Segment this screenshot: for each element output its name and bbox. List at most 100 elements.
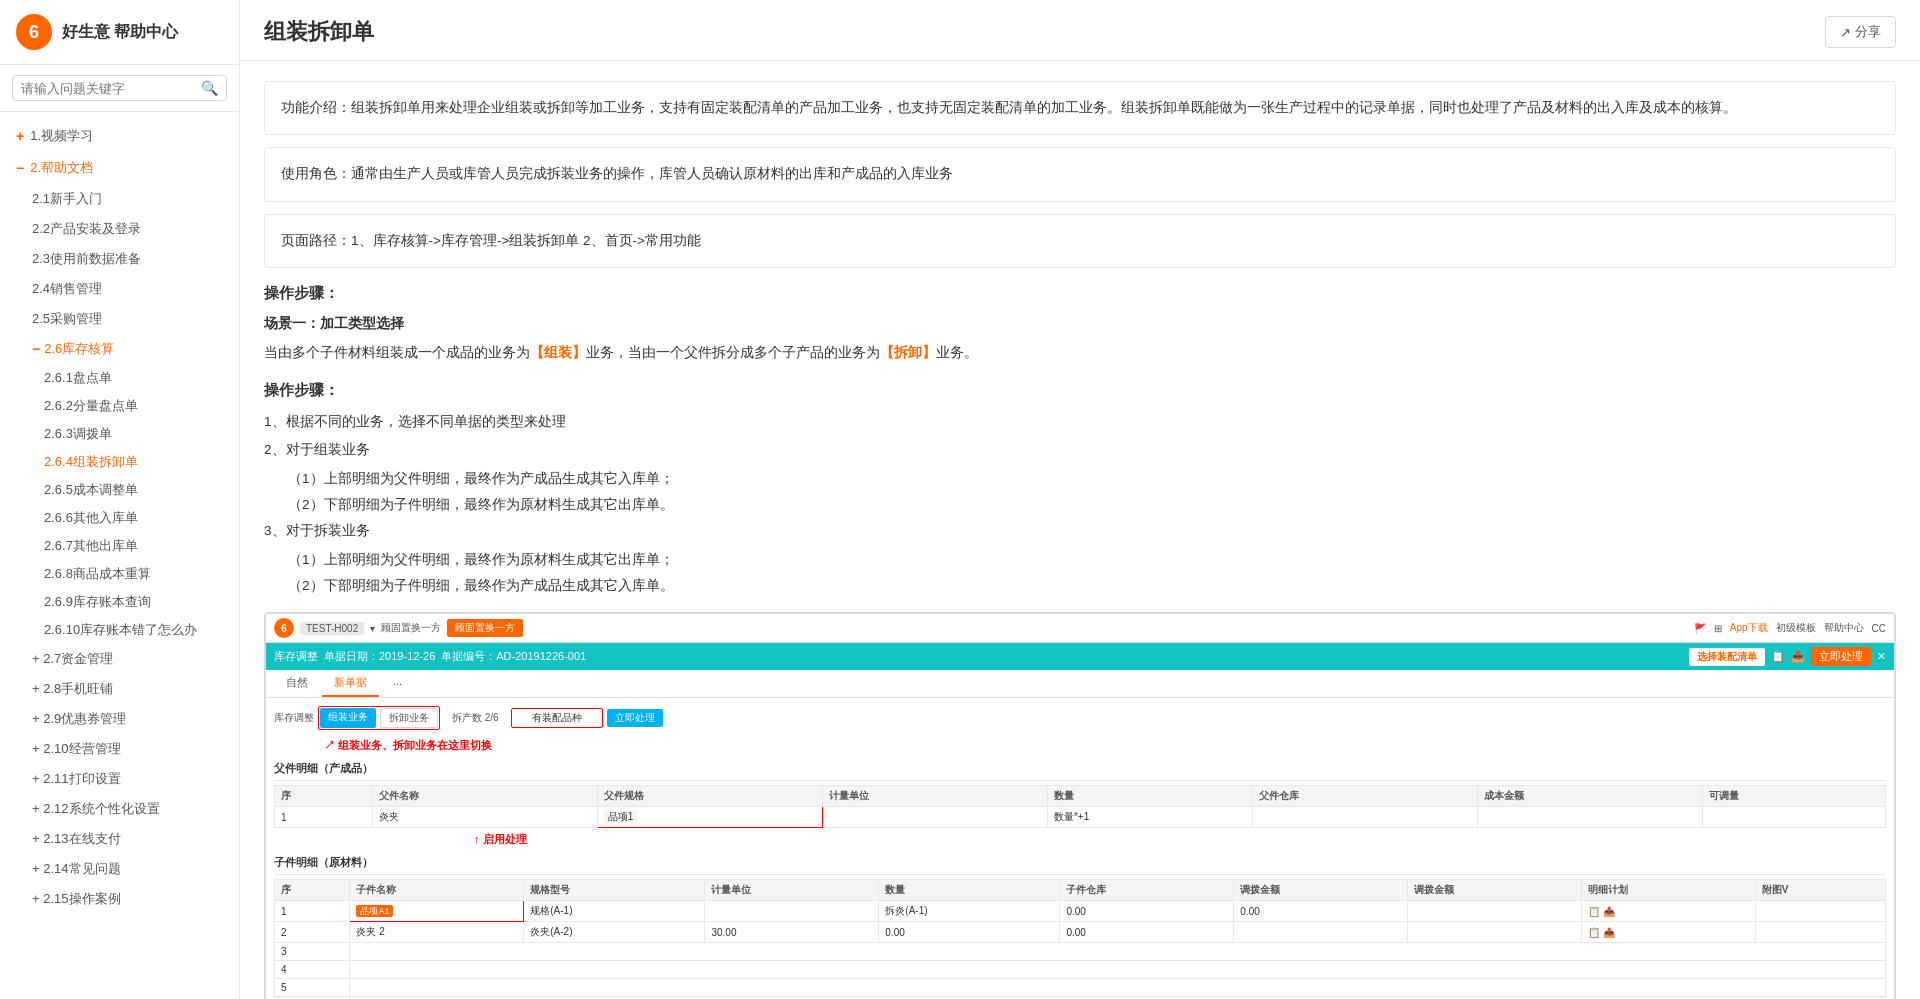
sidebar-item-help-doc[interactable]: − 2.帮助文档	[0, 152, 239, 184]
app-top-icons: 🚩 ⊞ App下载 初级模板 帮助中心 CC	[1694, 621, 1886, 635]
sidebar-item-print[interactable]: + 2.11打印设置	[0, 764, 239, 794]
cell-child-unit2: 30.00	[705, 922, 879, 943]
cell-empty4	[350, 961, 1886, 979]
plus-icon: +	[16, 128, 24, 144]
child-table: 序 子件名称 规格型号 计量单位 数量 子件仓库 调拨金额 调拨金额 明细计划	[274, 879, 1886, 999]
col-warehouse: 父件仓库	[1253, 786, 1478, 807]
col-parent-spec: 父件规格	[597, 786, 822, 807]
select-plan-btn[interactable]: 选择装配清单	[1689, 648, 1765, 666]
org-select-input[interactable]: 有装配品种	[511, 708, 603, 728]
sidebar-item-purchase[interactable]: 2.5采购管理	[0, 304, 239, 334]
app-teal-header: 库存调整 单据日期：2019-12-26 单据编号：AD-20191226-00…	[266, 643, 1894, 670]
sidebar-item-other-in[interactable]: 2.6.6其他入库单	[0, 504, 239, 532]
app-topbar: 6 TEST-H002 ▾ 顾固置换一方 顾固置换一方 🚩 ⊞ App下载 初级…	[266, 614, 1894, 643]
col-parent-name: 父件名称	[372, 786, 597, 807]
col-qty: 数量	[1047, 786, 1252, 807]
cell-child-spec2: 炎夹(A-2)	[524, 922, 705, 943]
app-dropdown: ▾	[370, 623, 375, 634]
page-title: 组装拆卸单	[264, 17, 374, 47]
cell-seq3: 3	[275, 943, 350, 961]
sidebar-item-video[interactable]: + 1.视频学习	[0, 120, 239, 152]
col-warehouse2: 子件仓库	[1060, 880, 1234, 901]
apply-btn[interactable]: 立即处理	[607, 709, 663, 727]
sidebar-nav: + 1.视频学习 − 2.帮助文档 2.1新手入门 2.2产品安装及登录 2.3…	[0, 112, 239, 999]
table-row: 2 炎夹 2 炎夹(A-2) 30.00 0.00 0.00 📋 📤	[275, 922, 1886, 943]
type-buttons-group: 组装业务 拆卸业务	[318, 706, 440, 730]
search-box[interactable]: 🔍	[12, 75, 227, 101]
cell-child-img2	[1755, 922, 1885, 943]
step2-sub1: （1）上部明细为父件明细，最终作为产成品生成其它入库单；	[264, 467, 1896, 491]
col-cost: 成本金额	[1478, 786, 1703, 807]
table-row: 1 炎夹 品项1 数量*+1	[275, 807, 1886, 828]
col-child-name: 子件名称	[350, 880, 524, 901]
app-icon-app-download: App下载	[1730, 621, 1768, 635]
parent-section-title: 父件明细（产成品）	[274, 757, 1886, 781]
app-nav-tab-more[interactable]: ...	[381, 670, 414, 697]
col-unit2: 计量单位	[705, 880, 879, 901]
search-icon[interactable]: 🔍	[201, 80, 218, 96]
btn-assemble[interactable]: 组装业务	[320, 708, 376, 728]
path-block: 页面路径：1、库存核算->库存管理->组装拆卸单 2、首页->常用功能	[264, 214, 1896, 268]
sidebar-item-stock-error[interactable]: 2.6.10库存账本错了怎么办	[0, 616, 239, 644]
sidebar-item-coupon[interactable]: + 2.9优惠券管理	[0, 704, 239, 734]
table-row: 5	[275, 979, 1886, 997]
sidebar-item-assemble[interactable]: 2.6.4组装拆卸单	[0, 448, 239, 476]
cell-spec: 品项1	[597, 807, 822, 828]
sidebar-item-inventory[interactable]: − 2.6库存核算	[0, 334, 239, 364]
app-screenshot-container: 6 TEST-H002 ▾ 顾固置换一方 顾固置换一方 🚩 ⊞ App下载 初级…	[264, 612, 1896, 999]
app-dropdown-label: 顾固置换一方	[381, 621, 441, 635]
scenario-one-desc: 当由多个子件材料组装成一个成品的业务为【组装】业务，当由一个父件拆分成多个子产品…	[264, 341, 1896, 365]
search-input[interactable]	[21, 81, 197, 96]
app-nav-tab-new[interactable]: 新单据	[322, 670, 379, 697]
app-icon-template: 初级模板	[1776, 621, 1816, 635]
sidebar-item-install[interactable]: 2.2产品安装及登录	[0, 214, 239, 244]
annotation-text-2: ↑ 启用处理	[474, 832, 1886, 847]
cell-child-img	[1755, 901, 1885, 922]
sidebar-item-online-pay[interactable]: + 2.13在线支付	[0, 824, 239, 854]
role-block: 使用角色：通常由生产人员或库管人员完成拆装业务的操作，库管人员确认原材料的出库和…	[264, 147, 1896, 201]
sidebar-item-faq[interactable]: + 2.14常见问题	[0, 854, 239, 884]
cell-empty5	[350, 979, 1886, 997]
sidebar-item-other-out[interactable]: 2.6.7其他出库单	[0, 532, 239, 560]
logo-text: 好生意 帮助中心	[62, 22, 178, 43]
teal-header-close[interactable]: ✕	[1877, 650, 1886, 663]
teal-header-right: 选择装配清单 📋 📤 立即处理 ✕	[1689, 647, 1886, 666]
sidebar-item-cost-adjust[interactable]: 2.6.5成本调整单	[0, 476, 239, 504]
cell-seq2: 1	[275, 901, 350, 922]
sidebar-item-data-prep[interactable]: 2.3使用前数据准备	[0, 244, 239, 274]
form-row-left: 库存调整 组装业务 拆卸业务 拆产数 2/6	[274, 706, 499, 730]
teal-header-icon1: 📋	[1771, 650, 1785, 663]
teal-header-icon2: 📤	[1791, 650, 1805, 663]
table-row: 4	[275, 961, 1886, 979]
sidebar-item-finance[interactable]: + 2.7资金管理	[0, 644, 239, 674]
sidebar-item-cases[interactable]: + 2.15操作案例	[0, 884, 239, 914]
sidebar-item-cost-calc[interactable]: 2.6.8商品成本重算	[0, 560, 239, 588]
cell-child-spec: 规格(A-1)	[524, 901, 705, 922]
cell-child-name: 品项A1	[350, 901, 524, 922]
share-button[interactable]: ↗ 分享	[1825, 16, 1896, 48]
sidebar-item-adjust[interactable]: 2.6.3调拨单	[0, 420, 239, 448]
col-available: 可调量	[1703, 786, 1886, 807]
main-content-area: 组装拆卸单 ↗ 分享 功能介绍：组装拆卸单用来处理企业组装或拆卸等加工业务，支持…	[240, 0, 1920, 999]
teal-header-title: 库存调整	[274, 649, 318, 664]
sidebar-item-stock-query[interactable]: 2.6.9库存账本查询	[0, 588, 239, 616]
app-nav-tab-natural[interactable]: 自然	[274, 670, 320, 697]
sidebar-item-sales[interactable]: 2.4销售管理	[0, 274, 239, 304]
table-row: 1 品项A1 规格(A-1) 拆炎(A-1) 0.00 0.00	[275, 901, 1886, 922]
cell-name: 炎夹	[372, 807, 597, 828]
sidebar-item-mobile[interactable]: + 2.8手机旺铺	[0, 674, 239, 704]
sidebar-item-operation[interactable]: + 2.10经营管理	[0, 734, 239, 764]
btn-disassemble[interactable]: 拆卸业务	[380, 708, 438, 728]
sidebar-item-stock-distribute[interactable]: 2.6.2分量盘点单	[0, 392, 239, 420]
cell-seq: 1	[275, 807, 373, 828]
teal-header-billno: 单据编号：AD-20191226-001	[441, 649, 586, 664]
sidebar-item-customization[interactable]: + 2.12系统个性化设置	[0, 794, 239, 824]
app-test-badge: TEST-H002	[300, 622, 364, 635]
cell-child-warehouse2: 0.00	[1060, 922, 1234, 943]
app-logo-small: 6	[274, 618, 294, 638]
sidebar-item-newbie[interactable]: 2.1新手入门	[0, 184, 239, 214]
col-plan: 明细计划	[1582, 880, 1756, 901]
cell-child-plan: 📋 📤	[1582, 901, 1756, 922]
search-area: 🔍	[0, 65, 239, 112]
sidebar-item-stock-count[interactable]: 2.6.1盘点单	[0, 364, 239, 392]
